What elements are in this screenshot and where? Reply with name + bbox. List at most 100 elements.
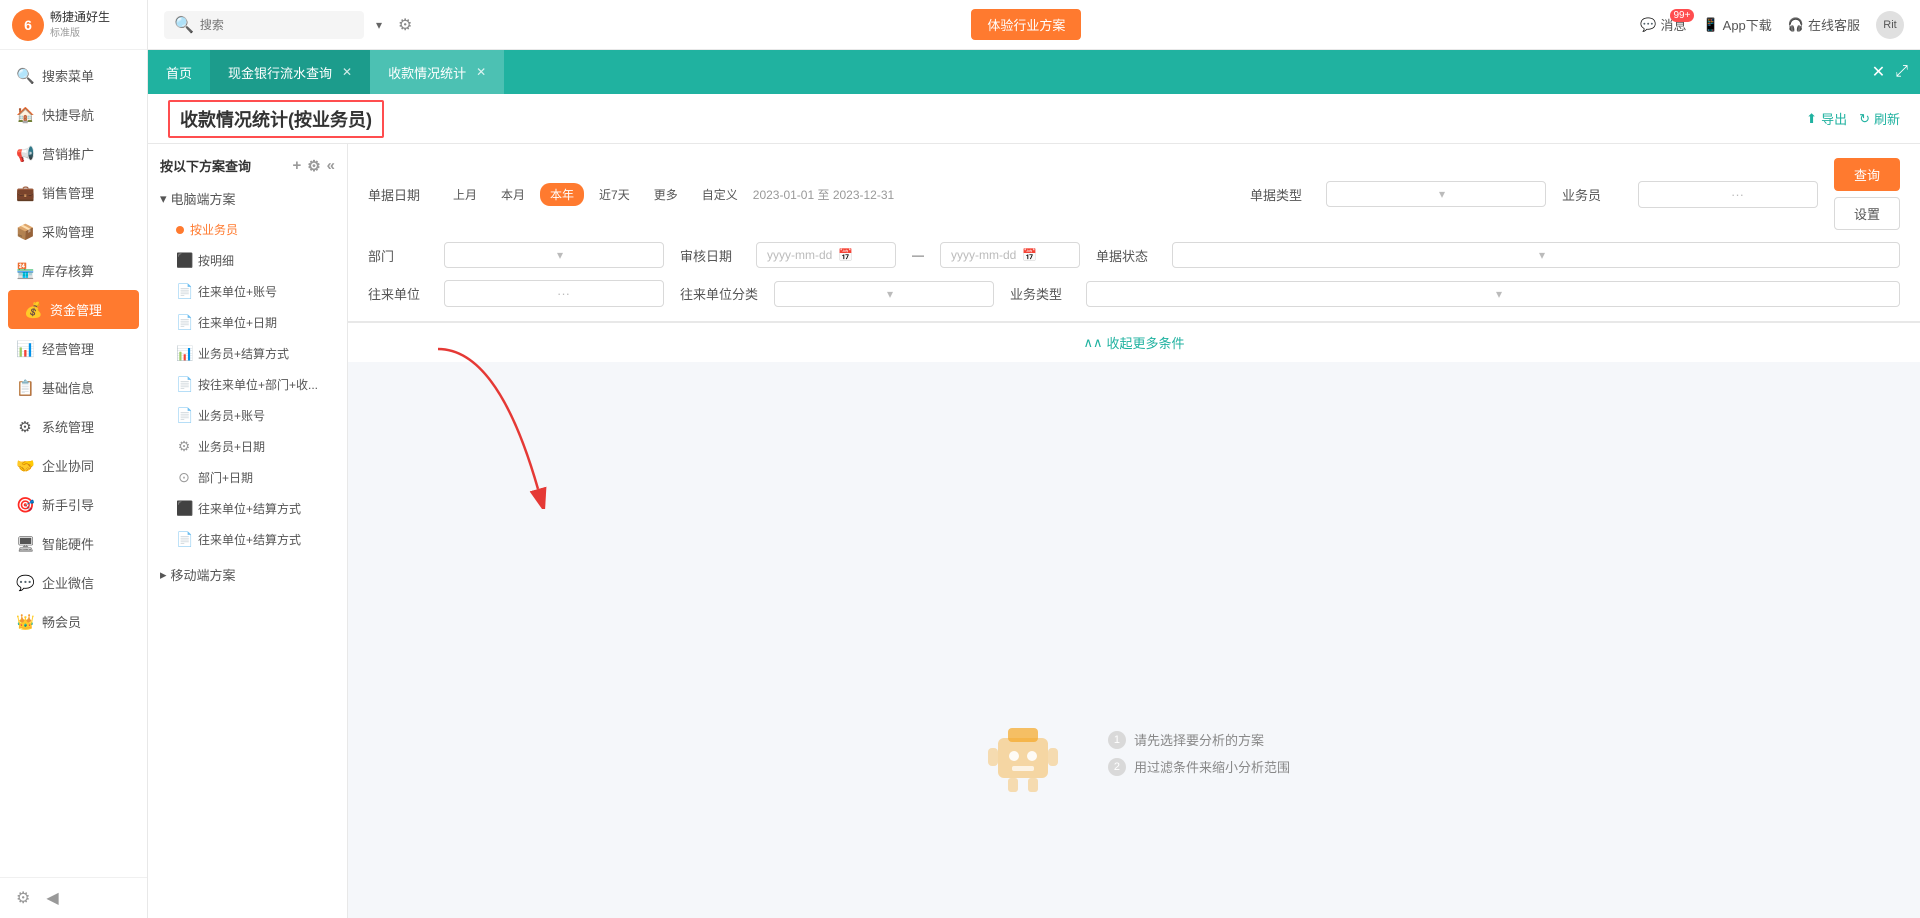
partner-type-arrow-icon: ▾ <box>887 287 983 301</box>
tree-item-label-1: 按明细 <box>198 252 234 269</box>
tab-cashbank-close[interactable]: ✕ <box>342 65 352 79</box>
add-scheme-icon[interactable]: + <box>292 157 301 174</box>
tree-item-6[interactable]: 📄业务员+账号 <box>156 400 339 431</box>
user-area[interactable]: Rit <box>1876 11 1904 39</box>
tree-item-5[interactable]: 📄按往来单位+部门+收... <box>156 369 339 400</box>
search-input[interactable] <box>200 18 355 32</box>
step-2-text: 用过滤条件来缩小分析范围 <box>1134 757 1290 776</box>
partner-label: 往来单位 <box>368 284 428 303</box>
tree-item-4[interactable]: 📊业务员+结算方式 <box>156 338 339 369</box>
collapse-bar[interactable]: ∧∧ 收起更多条件 <box>348 322 1920 362</box>
tree-item-label-7: 业务员+日期 <box>198 438 265 455</box>
filter-settings-btn[interactable]: 设置 <box>1834 197 1900 230</box>
topbar-search-box[interactable]: 🔍 <box>164 11 364 39</box>
partner-dots-icon[interactable]: ··· <box>557 286 653 301</box>
sidebar-item-5[interactable]: 🏪库存核算 <box>0 251 147 290</box>
topbar-right: 💬 消息 99+ 📱 App下载 🎧 在线客服 Rit <box>1640 11 1904 39</box>
sidebar-item-6[interactable]: 💰资金管理 <box>8 290 139 329</box>
scheme-settings-icon[interactable]: ⚙ <box>307 157 320 175</box>
date-separator: — <box>912 248 924 262</box>
sidebar-item-4[interactable]: 📦采购管理 <box>0 212 147 251</box>
tab-home[interactable]: 首页 <box>148 50 210 94</box>
collapse-sidebar-icon[interactable]: ◀‍‍ <box>46 888 58 908</box>
calendar-from-icon[interactable]: 📅 <box>838 248 853 262</box>
tree-item-2[interactable]: 📄往来单位+账号 <box>156 276 339 307</box>
collapse-panel-icon[interactable]: « <box>327 157 335 174</box>
date-tab-lastmonth[interactable]: 上月 <box>444 182 486 207</box>
tree-item-3[interactable]: 📄往来单位+日期 <box>156 307 339 338</box>
sidebar-item-1[interactable]: 🏠快捷导航 <box>0 95 147 134</box>
collapse-label: 收起更多条件 <box>1107 333 1185 352</box>
empty-step-1: 1 请先选择要分析的方案 <box>1108 730 1290 749</box>
date-tab-more[interactable]: 更多 <box>645 182 687 207</box>
tab-receipts-close[interactable]: ✕ <box>476 65 486 79</box>
review-date-from[interactable]: yyyy-mm-dd 📅 <box>756 242 896 268</box>
sidebar-item-13[interactable]: 💬企业微信 <box>0 563 147 602</box>
refresh-icon: ↻ <box>1859 111 1870 127</box>
sidebar-item-8[interactable]: 📋基础信息 <box>0 368 147 407</box>
review-date-from-value: yyyy-mm-dd <box>767 248 832 262</box>
date-range-display: 2023-01-01 至 2023-12-31 <box>753 186 894 203</box>
messages-btn[interactable]: 💬 消息 99+ <box>1640 15 1686 34</box>
sidebar-item-3[interactable]: 💼销售管理 <box>0 173 147 212</box>
doc-type-select[interactable]: ▾ <box>1326 181 1546 207</box>
tree-item-9[interactable]: ⬛往来单位+结算方式 <box>156 493 339 524</box>
doc-status-select[interactable]: ▾ <box>1172 242 1900 268</box>
settings-bottom-icon[interactable]: ⚙ <box>16 888 30 908</box>
sidebar-item-2[interactable]: 📢营销推广 <box>0 134 147 173</box>
salesman-select[interactable]: ··· <box>1638 181 1818 208</box>
query-btn[interactable]: 查询 <box>1834 158 1900 191</box>
biz-type-select[interactable]: ▾ <box>1086 281 1900 307</box>
mobile-group-header[interactable]: ▸ 移动端方案 <box>156 559 339 590</box>
tree-item-1[interactable]: ⬛按明细 <box>156 245 339 276</box>
tree-item-0[interactable]: 按业务员 <box>156 214 339 245</box>
salesman-label: 业务员 <box>1562 185 1622 204</box>
review-date-to[interactable]: yyyy-mm-dd 📅 <box>940 242 1080 268</box>
pc-group-header[interactable]: ▾ 电脑端方案 <box>156 183 339 214</box>
tree-section: ▾ 电脑端方案 按业务员 ⬛按明细📄往来单位+账号📄往来单位+日期📊业务员+结算方… <box>148 183 347 590</box>
sidebar-item-14[interactable]: 👑畅会员 <box>0 602 147 641</box>
tree-item-10[interactable]: 📄往来单位+结算方式 <box>156 524 339 555</box>
tree-item-label-5: 按往来单位+部门+收... <box>198 376 318 393</box>
export-btn[interactable]: ⬆ 导出 <box>1806 109 1847 128</box>
page-title: 收款情况统计(按业务员) <box>168 100 384 138</box>
tree-item-8[interactable]: ⊙部门+日期 <box>156 462 339 493</box>
app-download-btn[interactable]: 📱 App下载 <box>1702 15 1771 34</box>
partner-type-select[interactable]: ▾ <box>774 281 994 307</box>
sidebar-bottom: ⚙ ◀‍‍ <box>0 877 147 918</box>
salesman-dots-icon[interactable]: ··· <box>1731 187 1807 202</box>
tree-item-label-0: 按业务员 <box>190 221 238 238</box>
date-tab-custom[interactable]: 自定义 <box>693 182 747 207</box>
sidebar-item-7[interactable]: 📊经营管理 <box>0 329 147 368</box>
date-tab-thismonth[interactable]: 本月 <box>492 182 534 207</box>
panel-header-label: 按以下方案查询 <box>160 156 251 175</box>
sidebar-item-0[interactable]: 🔍搜索菜单 <box>0 56 147 95</box>
sidebar-icon-11: 🎯 <box>16 496 34 514</box>
online-service-btn[interactable]: 🎧 在线客服 <box>1788 15 1860 34</box>
tab-expand-icon[interactable]: ⤢ <box>1895 63 1908 81</box>
calendar-to-icon[interactable]: 📅 <box>1022 248 1037 262</box>
partner-select[interactable]: ··· <box>444 280 664 307</box>
date-tab-thisyear[interactable]: 本年 <box>540 183 584 206</box>
logo-text: 畅捷通好生 <box>50 10 110 24</box>
logo-area: 6 畅捷通好生 标准版 <box>0 0 147 50</box>
sidebar-item-9[interactable]: ⚙系统管理 <box>0 407 147 446</box>
sidebar-icon-0: 🔍 <box>16 67 34 85</box>
dropdown-chevron-icon: ▾ <box>376 18 382 32</box>
tab-cashbank[interactable]: 现金银行流水查询 ✕ <box>210 50 370 94</box>
sidebar-item-12[interactable]: 🖥智能硬件 <box>0 524 147 563</box>
trial-btn[interactable]: 体验行业方案 <box>971 9 1081 40</box>
refresh-btn[interactable]: ↻ 刷新 <box>1859 109 1900 128</box>
topbar-dropdown[interactable]: ▾ <box>376 18 382 32</box>
dept-select[interactable]: ▾ <box>444 242 664 268</box>
date-tab-7days[interactable]: 近7天 <box>590 182 639 207</box>
sidebar-label-9: 系统管理 <box>42 417 94 436</box>
sidebar-item-11[interactable]: 🎯新手引导 <box>0 485 147 524</box>
collapse-up-icon: ∧∧ <box>1083 335 1102 351</box>
tree-item-7[interactable]: ⚙业务员+日期 <box>156 431 339 462</box>
topbar-gear-icon[interactable]: ⚙ <box>398 15 412 35</box>
tab-close-all-icon[interactable]: ✕ <box>1872 62 1885 82</box>
panel-header: 按以下方案查询 + ⚙ « <box>148 144 347 183</box>
tab-receipts[interactable]: 收款情况统计 ✕ <box>370 50 504 94</box>
sidebar-item-10[interactable]: 🤝企业协同 <box>0 446 147 485</box>
